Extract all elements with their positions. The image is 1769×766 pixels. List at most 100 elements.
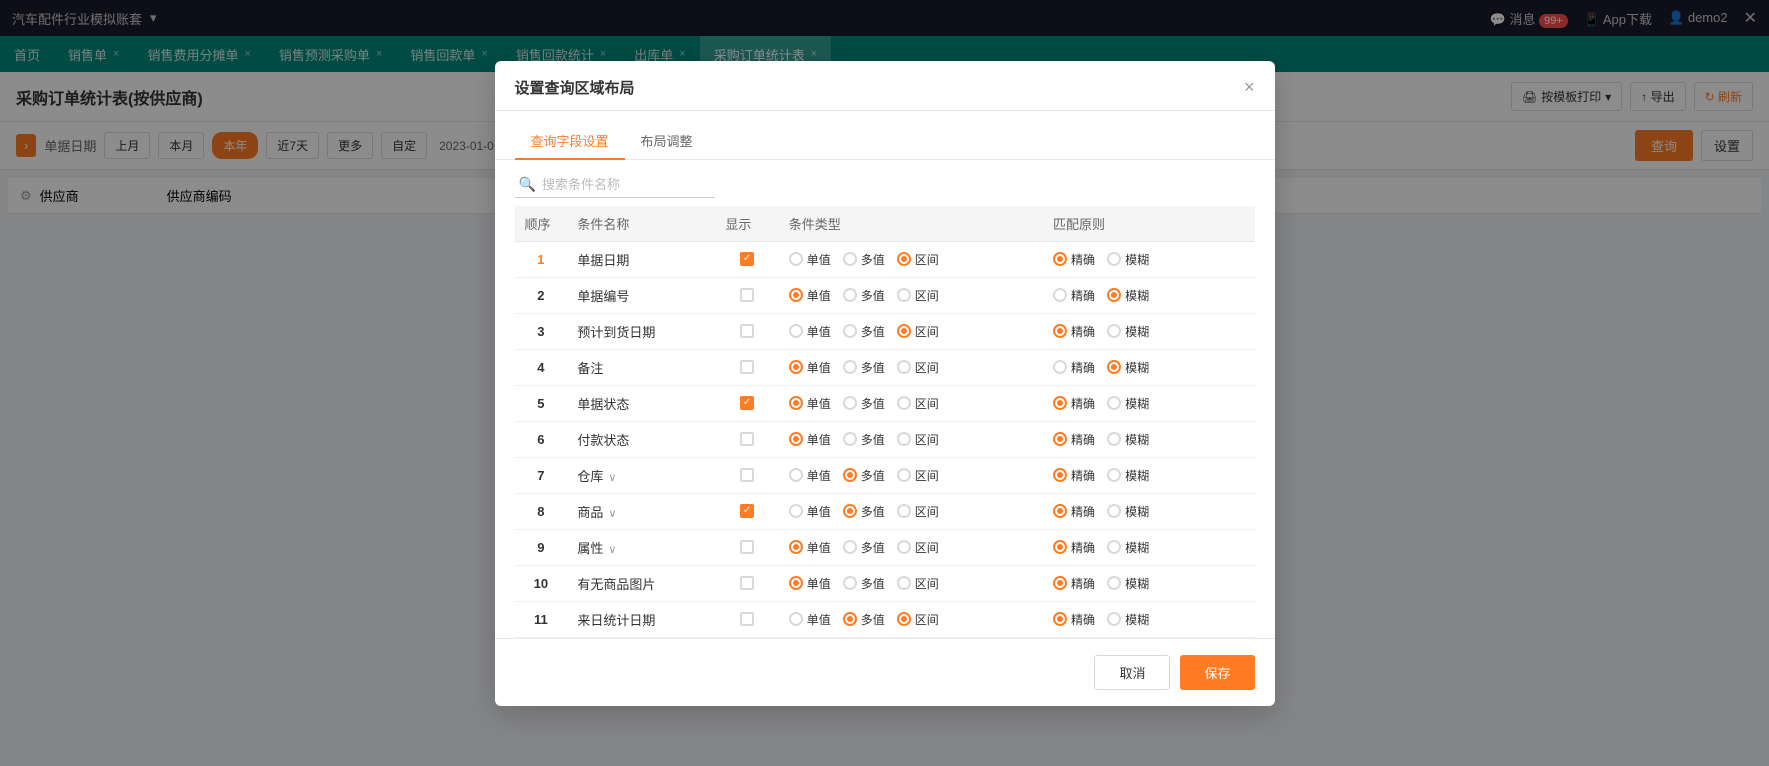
dialog-tab-layout[interactable]: 布局调整 (625, 123, 709, 160)
match-radio-fuzzy[interactable]: 模糊 (1107, 611, 1149, 628)
show-checkbox[interactable] (740, 468, 754, 482)
match-radio-exact[interactable]: 精确 (1053, 431, 1095, 448)
row-show (715, 493, 778, 529)
match-radio-fuzzy[interactable]: 模糊 (1107, 467, 1149, 484)
type-radio-multi[interactable]: 多值 (843, 575, 885, 592)
match-radio-fuzzy[interactable]: 模糊 (1107, 251, 1149, 268)
type-radio-multi[interactable]: 多值 (843, 431, 885, 448)
match-radio-exact[interactable]: 精确 (1053, 323, 1095, 340)
show-checkbox[interactable] (740, 540, 754, 554)
match-radio-exact[interactable]: 精确 (1053, 611, 1095, 628)
radio-circle (1107, 252, 1121, 266)
radio-circle (1107, 576, 1121, 590)
row-order: 2 (515, 277, 568, 313)
type-radio-range[interactable]: 区间 (897, 323, 939, 340)
type-radio-range[interactable]: 区间 (897, 395, 939, 412)
row-order: 11 (515, 601, 568, 637)
match-radio-exact[interactable]: 精确 (1053, 251, 1095, 268)
show-checkbox[interactable] (740, 504, 754, 518)
show-checkbox[interactable] (740, 288, 754, 302)
match-radio-exact[interactable]: 精确 (1053, 503, 1095, 520)
match-radio-fuzzy[interactable]: 模糊 (1107, 503, 1149, 520)
match-radio-exact[interactable]: 精确 (1053, 575, 1095, 592)
radio-circle (1107, 396, 1121, 410)
type-radio-single[interactable]: 单值 (789, 575, 831, 592)
type-radio-single[interactable]: 单值 (789, 611, 831, 628)
match-radio-exact[interactable]: 精确 (1053, 395, 1095, 412)
dialog-header: 设置查询区域布局 × (495, 61, 1275, 111)
row-name: 有无商品图片 (567, 565, 715, 601)
type-radio-multi[interactable]: 多值 (843, 287, 885, 304)
type-radio-multi[interactable]: 多值 (843, 503, 885, 520)
type-radio-single[interactable]: 单值 (789, 431, 831, 448)
type-radio-multi[interactable]: 多值 (843, 395, 885, 412)
type-radio-single[interactable]: 单值 (789, 395, 831, 412)
radio-circle (789, 360, 803, 374)
radio-circle (1053, 396, 1067, 410)
row-match: 精确模糊 (1043, 277, 1254, 313)
type-radio-range[interactable]: 区间 (897, 503, 939, 520)
th-order: 顺序 (515, 206, 568, 242)
show-checkbox[interactable] (740, 360, 754, 374)
match-radio-fuzzy[interactable]: 模糊 (1107, 539, 1149, 556)
row-match: 精确模糊 (1043, 241, 1254, 277)
match-radio-exact[interactable]: 精确 (1053, 359, 1095, 376)
table-row: 5单据状态单值多值区间精确模糊 (515, 385, 1255, 421)
type-radio-range[interactable]: 区间 (897, 611, 939, 628)
radio-circle (1053, 504, 1067, 518)
row-type: 单值多值区间 (779, 241, 1043, 277)
type-radio-multi[interactable]: 多值 (843, 359, 885, 376)
radio-circle (843, 324, 857, 338)
cancel-button[interactable]: 取消 (1094, 655, 1170, 690)
type-radio-single[interactable]: 单值 (789, 467, 831, 484)
show-checkbox[interactable] (740, 396, 754, 410)
dialog-tab-query[interactable]: 查询字段设置 (515, 123, 625, 160)
match-radio-fuzzy[interactable]: 模糊 (1107, 575, 1149, 592)
type-radio-single[interactable]: 单值 (789, 503, 831, 520)
settings-dialog: 设置查询区域布局 × 查询字段设置 布局调整 🔍 顺序 条件名称 显示 (495, 61, 1275, 706)
type-radio-single[interactable]: 单值 (789, 359, 831, 376)
type-radio-range[interactable]: 区间 (897, 431, 939, 448)
type-radio-multi[interactable]: 多值 (843, 611, 885, 628)
show-checkbox[interactable] (740, 252, 754, 266)
match-radio-exact[interactable]: 精确 (1053, 539, 1095, 556)
type-radio-range[interactable]: 区间 (897, 539, 939, 556)
match-radio-exact[interactable]: 精确 (1053, 467, 1095, 484)
show-checkbox[interactable] (740, 432, 754, 446)
type-radio-multi[interactable]: 多值 (843, 251, 885, 268)
match-radio-fuzzy[interactable]: 模糊 (1107, 431, 1149, 448)
match-radio-exact[interactable]: 精确 (1053, 287, 1095, 304)
search-input[interactable] (542, 177, 692, 192)
row-name: 备注 (567, 349, 715, 385)
type-radio-range[interactable]: 区间 (897, 287, 939, 304)
show-checkbox[interactable] (740, 612, 754, 626)
type-radio-single[interactable]: 单值 (789, 323, 831, 340)
save-button[interactable]: 保存 (1180, 655, 1254, 690)
dialog-close-button[interactable]: × (1244, 78, 1255, 96)
show-checkbox[interactable] (740, 576, 754, 590)
show-checkbox[interactable] (740, 324, 754, 338)
type-radio-multi[interactable]: 多值 (843, 467, 885, 484)
row-order: 1 (515, 241, 568, 277)
row-type: 单值多值区间 (779, 385, 1043, 421)
row-name: 商品 ∨ (567, 493, 715, 529)
type-radio-range[interactable]: 区间 (897, 575, 939, 592)
radio-circle (897, 576, 911, 590)
type-radio-single[interactable]: 单值 (789, 287, 831, 304)
type-radio-range[interactable]: 区间 (897, 359, 939, 376)
row-type: 单值多值区间 (779, 349, 1043, 385)
radio-circle (789, 396, 803, 410)
match-radio-fuzzy[interactable]: 模糊 (1107, 287, 1149, 304)
type-radio-range[interactable]: 区间 (897, 251, 939, 268)
type-radio-multi[interactable]: 多值 (843, 539, 885, 556)
row-name: 属性 ∨ (567, 529, 715, 565)
type-radio-multi[interactable]: 多值 (843, 323, 885, 340)
radio-circle (897, 252, 911, 266)
match-radio-fuzzy[interactable]: 模糊 (1107, 323, 1149, 340)
type-radio-single[interactable]: 单值 (789, 539, 831, 556)
type-radio-range[interactable]: 区间 (897, 467, 939, 484)
th-match: 匹配原则 (1043, 206, 1254, 242)
type-radio-single[interactable]: 单值 (789, 251, 831, 268)
match-radio-fuzzy[interactable]: 模糊 (1107, 395, 1149, 412)
match-radio-fuzzy[interactable]: 模糊 (1107, 359, 1149, 376)
